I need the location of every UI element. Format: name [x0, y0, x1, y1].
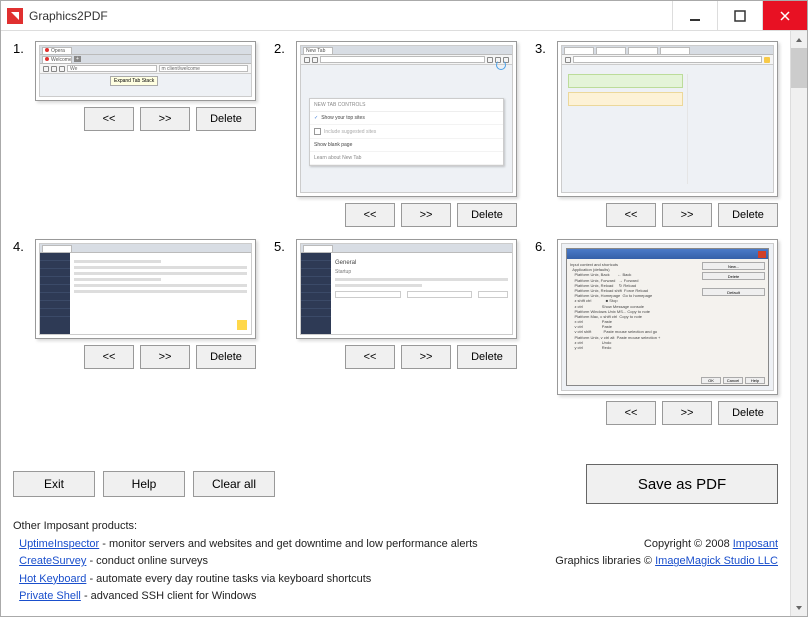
link-imagemagick[interactable]: ImageMagick Studio LLC [655, 555, 778, 567]
help-button[interactable]: Help [103, 471, 185, 497]
move-next-button[interactable]: >> [662, 401, 712, 425]
move-prev-button[interactable]: << [345, 203, 395, 227]
desc-hotkeyboard: - automate every day routine tasks via k… [86, 573, 371, 585]
move-next-button[interactable]: >> [662, 203, 712, 227]
thumbnail-grid: 1. Opera Welcome to Opera+ Wem client/we… [13, 41, 778, 425]
desc-createsurvey: - conduct online surveys [86, 555, 208, 567]
slot-number: 4. [13, 239, 29, 254]
close-button[interactable] [762, 1, 807, 30]
move-prev-button[interactable]: << [84, 345, 134, 369]
link-createsurvey[interactable]: CreateSurvey [19, 555, 86, 567]
link-privateshell[interactable]: Private Shell [19, 590, 81, 602]
thumbnail-3[interactable] [557, 41, 778, 197]
move-prev-button[interactable]: << [84, 107, 134, 131]
footer: Other Imposant products: UptimeInspector… [13, 518, 778, 606]
link-uptimeinspector[interactable]: UptimeInspector [19, 538, 99, 550]
move-next-button[interactable]: >> [401, 203, 451, 227]
delete-button[interactable]: Delete [196, 345, 256, 369]
desc-privateshell: - advanced SSH client for Windows [81, 590, 256, 602]
delete-button[interactable]: Delete [718, 401, 778, 425]
slot-3: 3. [535, 41, 778, 227]
move-next-button[interactable]: >> [401, 345, 451, 369]
clear-all-button[interactable]: Clear all [193, 471, 275, 497]
slot-number: 3. [535, 41, 551, 56]
scroll-thumb[interactable] [791, 48, 807, 88]
thumbnail-4[interactable] [35, 239, 256, 339]
move-next-button[interactable]: >> [140, 107, 190, 131]
move-prev-button[interactable]: << [606, 203, 656, 227]
slot-number: 6. [535, 239, 551, 254]
footer-intro: Other Imposant products: [13, 518, 778, 536]
maximize-button[interactable] [717, 1, 762, 30]
app-window: Graphics2PDF 1. Opera Welcome to Opera+ [0, 0, 808, 617]
move-prev-button[interactable]: << [606, 401, 656, 425]
slot-5: 5. General Startup [274, 239, 517, 369]
scroll-up-icon[interactable] [791, 31, 807, 48]
action-row: Exit Help Clear all Save as PDF [13, 464, 778, 504]
delete-button[interactable]: Delete [457, 345, 517, 369]
slot-number: 1. [13, 41, 29, 56]
libs-text: Graphics libraries © [555, 555, 655, 567]
slot-2: 2. New Tab NEW TAB CONTROLS Show your to… [274, 41, 517, 227]
delete-button[interactable]: Delete [457, 203, 517, 227]
move-prev-button[interactable]: << [345, 345, 395, 369]
scroll-down-icon[interactable] [791, 599, 807, 616]
link-imposant[interactable]: Imposant [733, 538, 778, 550]
slot-number: 5. [274, 239, 290, 254]
slot-4: 4. << >> Delete [13, 239, 256, 369]
titlebar: Graphics2PDF [1, 1, 807, 31]
window-title: Graphics2PDF [29, 9, 672, 23]
minimize-button[interactable] [672, 1, 717, 30]
delete-button[interactable]: Delete [718, 203, 778, 227]
thumbnail-5[interactable]: General Startup [296, 239, 517, 339]
desc-uptimeinspector: - monitor servers and websites and get d… [99, 538, 477, 550]
copyright-text: Copyright © 2008 [644, 538, 733, 550]
thumbnail-6[interactable]: Input context and shortcuts Application … [557, 239, 778, 395]
save-as-pdf-button[interactable]: Save as PDF [586, 464, 778, 504]
window-controls [672, 1, 807, 30]
scroll-track[interactable] [791, 48, 807, 599]
exit-button[interactable]: Exit [13, 471, 95, 497]
slot-6: 6. Input context and shortcuts Applicat [535, 239, 778, 425]
thumbnail-2[interactable]: New Tab NEW TAB CONTROLS Show your top s… [296, 41, 517, 197]
app-icon [7, 8, 23, 24]
vertical-scrollbar[interactable] [790, 31, 807, 616]
delete-button[interactable]: Delete [196, 107, 256, 131]
move-next-button[interactable]: >> [140, 345, 190, 369]
link-hotkeyboard[interactable]: Hot Keyboard [19, 573, 86, 585]
slot-1: 1. Opera Welcome to Opera+ Wem client/we… [13, 41, 256, 131]
thumbnail-1[interactable]: Opera Welcome to Opera+ Wem client/welco… [35, 41, 256, 101]
slot-number: 2. [274, 41, 290, 56]
